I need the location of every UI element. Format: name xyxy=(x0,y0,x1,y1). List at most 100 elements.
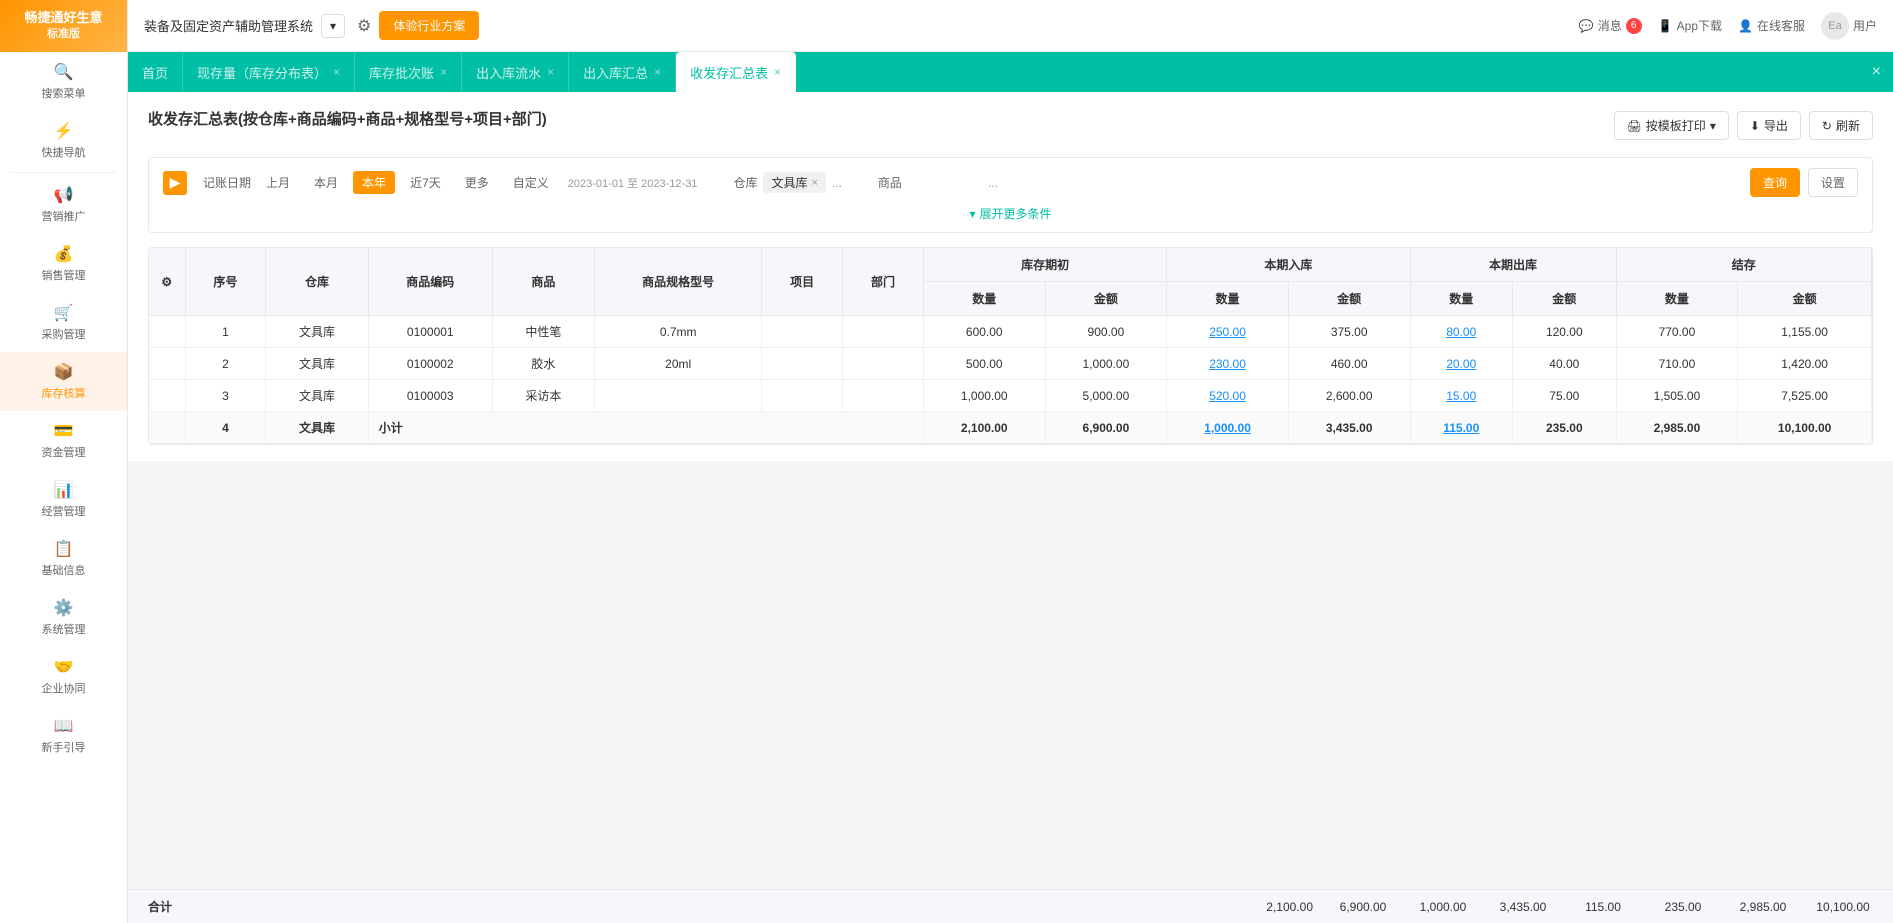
goods-more-btn[interactable]: ... xyxy=(988,176,998,190)
warehouse-tag: 文具库 × xyxy=(763,172,825,193)
total-open-qty: 2,100.00 xyxy=(1266,900,1313,914)
tab-close-icon[interactable]: × xyxy=(547,65,554,79)
tab-close-active-icon[interactable]: × xyxy=(774,65,781,79)
main-content: 装备及固定资产辅助管理系统 ▾ ⚙ 体验行业方案 💬 消息 6 📱 App下载 … xyxy=(128,0,1893,923)
cell-dept xyxy=(843,348,924,380)
app-logo: 畅捷通好生意 标准版 xyxy=(0,0,127,52)
filter-toggle-btn[interactable]: ▶ xyxy=(163,171,187,195)
sidebar-item-operations[interactable]: 📊 经营管理 xyxy=(0,470,127,529)
export-btn[interactable]: ⬇ 导出 xyxy=(1737,111,1801,140)
system-icon: ⚙️ xyxy=(54,598,74,618)
tabbar: 首页 现存量（库存分布表） × 库存批次账 × 出入库流水 × 出入库汇总 × … xyxy=(128,52,1893,92)
warehouse-filter-section: 仓库 文具库 × ... xyxy=(733,172,841,193)
total-out-qty: 115.00 xyxy=(1573,900,1633,914)
tab-recv-send[interactable]: 收发存汇总表 × xyxy=(676,52,796,92)
total-bal-amt: 10,100.00 xyxy=(1813,900,1873,914)
cell-in-qty[interactable]: 250.00 xyxy=(1167,316,1289,348)
th-out-amt: 金额 xyxy=(1512,282,1616,316)
query-btn[interactable]: 查询 xyxy=(1750,168,1800,197)
cell-warehouse: 文具库 xyxy=(266,412,368,444)
sidebar-item-basic-info[interactable]: 📋 基础信息 xyxy=(0,529,127,588)
online-service-btn[interactable]: 👤 在线客服 xyxy=(1738,17,1805,34)
tab-close-icon[interactable]: × xyxy=(654,65,661,79)
sidebar-item-marketing[interactable]: 📢 营销推广 xyxy=(0,175,127,234)
sidebar-item-search[interactable]: 🔍 搜索菜单 xyxy=(0,52,127,111)
system-dropdown[interactable]: ▾ xyxy=(321,14,345,38)
expand-more-btn[interactable]: ▾ 展开更多条件 xyxy=(163,205,1858,222)
cell-bal-amt: 1,420.00 xyxy=(1738,348,1872,380)
cell-in-amt: 460.00 xyxy=(1288,348,1410,380)
messages-badge: 6 xyxy=(1626,18,1642,34)
cell-no: 4 xyxy=(185,412,266,444)
avatar: Ea xyxy=(1821,12,1849,40)
tab-flow[interactable]: 出入库流水 × xyxy=(462,52,569,92)
date-filter-label: 记账日期 xyxy=(203,174,251,191)
cell-warehouse: 文具库 xyxy=(266,348,368,380)
goods-filter-section: 商品 ... xyxy=(878,174,998,191)
tabbar-close-btn[interactable]: × xyxy=(1860,63,1893,81)
sidebar-item-guide[interactable]: 📖 新手引导 xyxy=(0,706,127,765)
date-btn-custom[interactable]: 自定义 xyxy=(504,171,558,194)
cell-out-qty: 115.00 xyxy=(1410,412,1512,444)
cell-settings xyxy=(149,316,185,348)
cell-in-qty[interactable]: 230.00 xyxy=(1167,348,1289,380)
cell-code: 0100003 xyxy=(368,380,492,412)
th-balance: 结存 xyxy=(1616,248,1871,282)
date-btn-last-month[interactable]: 上月 xyxy=(257,171,299,194)
sidebar-item-system[interactable]: ⚙️ 系统管理 xyxy=(0,588,127,647)
user-menu[interactable]: Ea 用户 xyxy=(1821,12,1877,40)
messages-btn[interactable]: 💬 消息 6 xyxy=(1579,17,1642,34)
tab-batch[interactable]: 库存批次账 × xyxy=(355,52,462,92)
sidebar-item-sales[interactable]: 💰 销售管理 xyxy=(0,234,127,293)
marketing-icon: 📢 xyxy=(54,185,74,205)
th-no: 序号 xyxy=(185,248,266,316)
experience-btn[interactable]: 体验行业方案 xyxy=(379,11,479,40)
gear-icon[interactable]: ⚙ xyxy=(357,16,371,36)
date-btn-this-year[interactable]: 本年 xyxy=(353,171,395,194)
total-in-amt: 3,435.00 xyxy=(1493,900,1553,914)
cell-no: 3 xyxy=(185,380,266,412)
tab-summary[interactable]: 出入库汇总 × xyxy=(569,52,676,92)
settings-btn[interactable]: 设置 xyxy=(1808,168,1858,197)
print-btn[interactable]: 🖨 按模板打印 ▾ xyxy=(1614,111,1729,140)
quick-nav-icon: ⚡ xyxy=(54,121,74,141)
tab-home[interactable]: 首页 xyxy=(128,52,183,92)
cell-out-qty[interactable]: 20.00 xyxy=(1410,348,1512,380)
tab-close-icon[interactable]: × xyxy=(333,65,340,79)
sidebar-item-finance[interactable]: 💳 资金管理 xyxy=(0,411,127,470)
th-goods-code: 商品编码 xyxy=(368,248,492,316)
cell-open-amt: 900.00 xyxy=(1045,316,1167,348)
total-bal-qty: 2,985.00 xyxy=(1733,900,1793,914)
warehouse-tag-close[interactable]: × xyxy=(811,177,817,189)
total-out-amt: 235.00 xyxy=(1653,900,1713,914)
cell-out-qty[interactable]: 80.00 xyxy=(1410,316,1512,348)
th-warehouse: 仓库 xyxy=(266,248,368,316)
sidebar-item-quick-nav[interactable]: ⚡ 快捷导航 xyxy=(0,111,127,170)
date-btn-more[interactable]: 更多 xyxy=(456,171,498,194)
cell-out-qty[interactable]: 15.00 xyxy=(1410,380,1512,412)
cell-dept xyxy=(843,380,924,412)
sales-icon: 💰 xyxy=(54,244,74,264)
cell-in-qty[interactable]: 520.00 xyxy=(1167,380,1289,412)
warehouse-more-btn[interactable]: ... xyxy=(832,176,842,190)
sidebar-item-enterprise[interactable]: 🤝 企业协同 xyxy=(0,647,127,706)
guide-icon: 📖 xyxy=(54,716,74,736)
th-out-qty: 数量 xyxy=(1410,282,1512,316)
date-btn-7days[interactable]: 近7天 xyxy=(401,171,450,194)
cell-open-amt: 5,000.00 xyxy=(1045,380,1167,412)
page-inner: 收发存汇总表(按仓库+商品编码+商品+规格型号+项目+部门) 🖨 按模板打印 ▾… xyxy=(128,92,1893,461)
filter-row: ▶ 记账日期 上月 本月 本年 近7天 更多 自定义 2023-01-01 至 … xyxy=(163,168,1858,197)
tab-inventory-dist[interactable]: 现存量（库存分布表） × xyxy=(183,52,355,92)
sidebar-item-inventory[interactable]: 📦 库存核算 xyxy=(0,352,127,411)
date-filter-section: 记账日期 上月 本月 本年 近7天 更多 自定义 2023-01-01 至 20… xyxy=(203,171,697,194)
th-out: 本期出库 xyxy=(1410,248,1616,282)
refresh-btn[interactable]: ↻ 刷新 xyxy=(1809,111,1873,140)
tab-close-icon[interactable]: × xyxy=(440,65,447,79)
sidebar-item-purchase[interactable]: 🛒 采购管理 xyxy=(0,293,127,352)
print-icon: 🖨 xyxy=(1627,119,1642,133)
cell-project xyxy=(762,316,843,348)
finance-icon: 💳 xyxy=(54,421,74,441)
app-download-btn[interactable]: 📱 App下载 xyxy=(1658,17,1722,34)
cell-open-amt: 1,000.00 xyxy=(1045,348,1167,380)
date-btn-this-month[interactable]: 本月 xyxy=(305,171,347,194)
